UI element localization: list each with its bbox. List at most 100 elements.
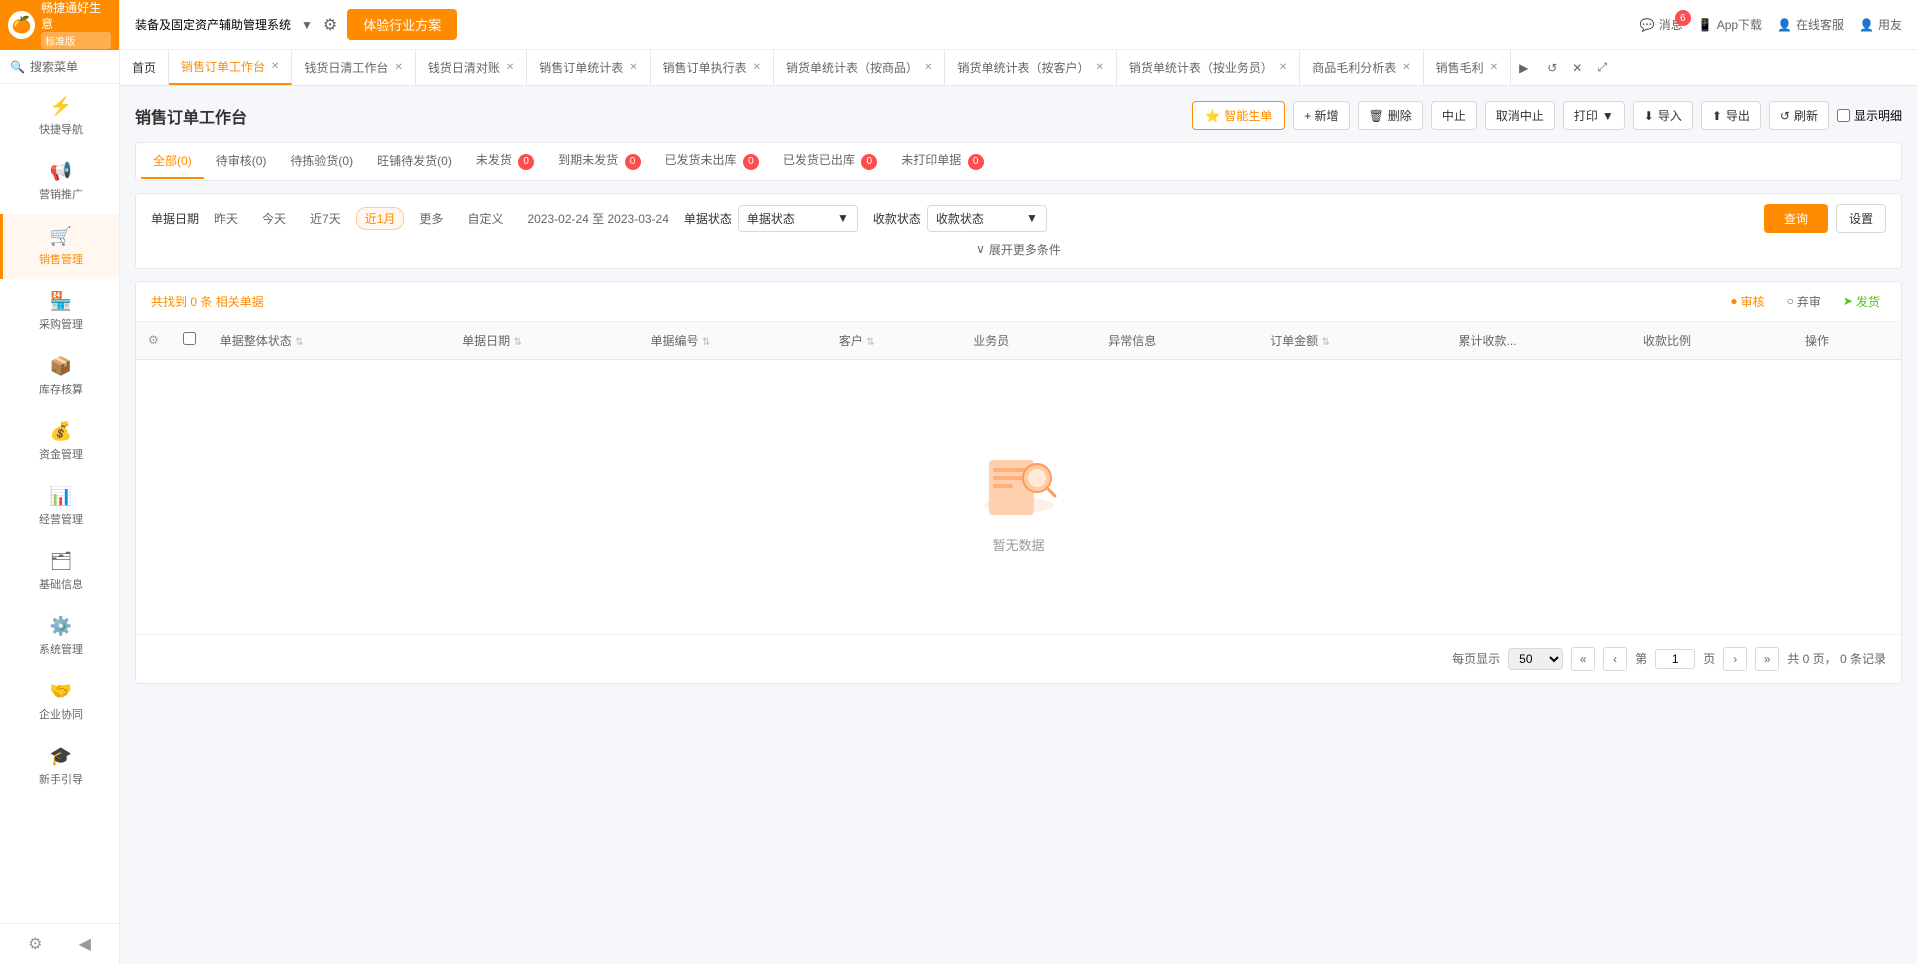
import-btn[interactable]: ⬇ 导入: [1633, 101, 1693, 130]
tab-sales-order[interactable]: 销售订单工作台 ✕: [169, 50, 292, 85]
settings-bottom-icon[interactable]: ⚙: [28, 934, 42, 954]
select-all-checkbox[interactable]: [183, 332, 196, 345]
page-last-btn[interactable]: »: [1755, 647, 1779, 671]
expand-filter-btn[interactable]: ∨ 展开更多条件: [151, 241, 1886, 258]
tab-refresh-btn[interactable]: ↺: [1541, 57, 1563, 79]
industry-btn[interactable]: 体验行业方案: [347, 9, 457, 40]
online-service-action[interactable]: 👤 在线客服: [1777, 16, 1844, 33]
add-btn[interactable]: + 新增: [1293, 101, 1349, 130]
tab-sales-order-close[interactable]: ✕: [271, 61, 279, 72]
date-7days[interactable]: 近7天: [301, 207, 350, 230]
sidebar-item-marketing[interactable]: 📢 营销推广: [0, 149, 119, 214]
app-download-action[interactable]: 📱 App下载: [1698, 16, 1762, 33]
topbar-settings-icon[interactable]: ⚙: [323, 15, 337, 35]
sub-tab-shipped-not-out[interactable]: 已发货未出库 0: [653, 143, 771, 180]
date-custom[interactable]: 自定义: [458, 207, 512, 230]
sidebar-item-operation[interactable]: 📊 经营管理: [0, 474, 119, 539]
sidebar-item-enterprise[interactable]: 🤝 企业协同: [0, 669, 119, 734]
tab-sales-exec[interactable]: 销售订单执行表 ✕: [651, 50, 774, 85]
smart-create-btn[interactable]: ⭐ 智能生单: [1192, 101, 1285, 130]
status-select[interactable]: 单据状态 ▼: [738, 205, 858, 232]
payment-select[interactable]: 收款状态 ▼: [927, 205, 1047, 232]
tab-sales-by-staff[interactable]: 销货单统计表（按业务员） ✕: [1117, 50, 1300, 85]
date-more[interactable]: 更多: [410, 207, 452, 230]
tab-close-all-btn[interactable]: ✕: [1566, 57, 1588, 79]
refresh-btn[interactable]: ↺ 刷新: [1769, 101, 1829, 130]
sort-date-icon[interactable]: ⇅: [513, 337, 521, 348]
sidebar-item-finance[interactable]: 💰 资金管理: [0, 409, 119, 474]
show-detail-label[interactable]: 显示明细: [1837, 107, 1902, 124]
print-btn[interactable]: 打印 ▼: [1563, 101, 1625, 130]
tab-margin-analysis[interactable]: 商品毛利分析表 ✕: [1300, 50, 1423, 85]
collapse-sidebar-icon[interactable]: ◀: [79, 934, 91, 954]
sub-tab-pending-review[interactable]: 待审核(0): [204, 144, 279, 179]
date-yesterday[interactable]: 昨天: [205, 207, 247, 230]
date-1month[interactable]: 近1月: [356, 207, 405, 230]
tab-sales-gross-close[interactable]: ✕: [1490, 62, 1498, 73]
page-number-input[interactable]: [1655, 649, 1695, 669]
sidebar-item-basic[interactable]: 🗂 基础信息: [0, 539, 119, 604]
sidebar-item-inventory[interactable]: 📦 库存核算: [0, 344, 119, 409]
tab-sales-exec-close[interactable]: ✕: [753, 62, 761, 73]
inventory-label: 库存核算: [39, 381, 83, 397]
sidebar-item-guide[interactable]: 🎓 新手引导: [0, 734, 119, 799]
tab-sales-by-product-close[interactable]: ✕: [924, 62, 932, 73]
tab-more-btn[interactable]: ▶: [1511, 50, 1536, 85]
tab-home[interactable]: 首页: [120, 50, 169, 85]
sidebar-item-system[interactable]: ⚙️ 系统管理: [0, 604, 119, 669]
tab-cash-reconcile[interactable]: 钱货日清对账 ✕: [416, 50, 527, 85]
sub-tab-wangpu[interactable]: 旺铺待发货(0): [365, 144, 464, 179]
cancel-stop-btn[interactable]: 取消中止: [1485, 101, 1555, 130]
ship-btn[interactable]: ➤ 发货: [1837, 290, 1886, 313]
search-icon: 🔍: [10, 60, 25, 74]
user-action[interactable]: 👤 用友: [1859, 16, 1902, 33]
tab-margin-analysis-close[interactable]: ✕: [1402, 62, 1410, 73]
cancel-audit-btn[interactable]: ○ 弃审: [1781, 290, 1827, 313]
tab-cash-daily-close[interactable]: ✕: [394, 62, 402, 73]
filter-setting-btn[interactable]: 设置: [1836, 204, 1886, 233]
audit-btn[interactable]: ● 审核: [1724, 290, 1770, 313]
show-detail-checkbox[interactable]: [1837, 109, 1850, 122]
tab-cash-reconcile-close[interactable]: ✕: [506, 62, 514, 73]
sub-tab-all[interactable]: 全部(0): [141, 144, 204, 179]
sub-tab-not-shipped[interactable]: 未发货 0: [464, 143, 546, 180]
cancel-circle-icon: ○: [1787, 294, 1794, 308]
tab-sales-by-product[interactable]: 销货单统计表（按商品） ✕: [774, 50, 945, 85]
sub-tab-pending-inspection[interactable]: 待拣验货(0): [278, 144, 365, 179]
sort-status-icon[interactable]: ⇅: [295, 337, 303, 348]
tab-sales-by-staff-close[interactable]: ✕: [1279, 62, 1287, 73]
tab-sales-by-customer[interactable]: 销货单统计表（按客户） ✕: [945, 50, 1116, 85]
tab-sales-stats-close[interactable]: ✕: [629, 62, 637, 73]
sub-tab-shipped-out[interactable]: 已发货已出库 0: [771, 143, 889, 180]
search-menu[interactable]: 🔍 搜索菜单: [0, 50, 119, 84]
logo-text: 畅捷通好生意: [41, 1, 111, 32]
stop-btn[interactable]: 中止: [1431, 101, 1477, 130]
page-next-btn[interactable]: ›: [1723, 647, 1747, 671]
tab-maximize-btn[interactable]: ⤢: [1591, 57, 1613, 79]
date-today[interactable]: 今天: [253, 207, 295, 230]
sidebar-item-purchase[interactable]: 🏪 采购管理: [0, 279, 119, 344]
tab-cash-daily[interactable]: 钱货日清工作台 ✕: [292, 50, 415, 85]
sidebar-item-quick-nav[interactable]: ⚡ 快捷导航: [0, 84, 119, 149]
sidebar-item-sales[interactable]: 🛒 销售管理: [0, 214, 119, 279]
export-label: 导出: [1726, 107, 1750, 124]
tab-sales-by-customer-close[interactable]: ✕: [1095, 62, 1103, 73]
message-action[interactable]: 💬 消息 6: [1640, 16, 1683, 33]
tab-sales-stats[interactable]: 销售订单统计表 ✕: [527, 50, 650, 85]
sort-number-icon[interactable]: ⇅: [702, 337, 710, 348]
system-dropdown[interactable]: ▼: [301, 18, 313, 32]
col-settings[interactable]: ⚙: [136, 322, 171, 360]
export-btn[interactable]: ⬆ 导出: [1701, 101, 1761, 130]
print-dropdown-icon: ▼: [1602, 109, 1614, 123]
sub-tab-expired[interactable]: 到期未发货 0: [546, 143, 652, 180]
page-first-btn[interactable]: «: [1571, 647, 1595, 671]
sub-tab-not-printed[interactable]: 未打印单据 0: [889, 143, 995, 180]
tab-sales-gross[interactable]: 销售毛利 ✕: [1424, 50, 1511, 85]
page-prev-btn[interactable]: ‹: [1603, 647, 1627, 671]
page-size-select[interactable]: 50 100 200: [1508, 648, 1563, 670]
delete-btn[interactable]: 🗑 删除: [1358, 101, 1423, 130]
sort-amount-icon[interactable]: ⇅: [1322, 337, 1330, 348]
sort-customer-icon[interactable]: ⇅: [866, 337, 874, 348]
quick-nav-icon: ⚡: [50, 96, 72, 117]
query-btn[interactable]: 查询: [1764, 204, 1828, 233]
